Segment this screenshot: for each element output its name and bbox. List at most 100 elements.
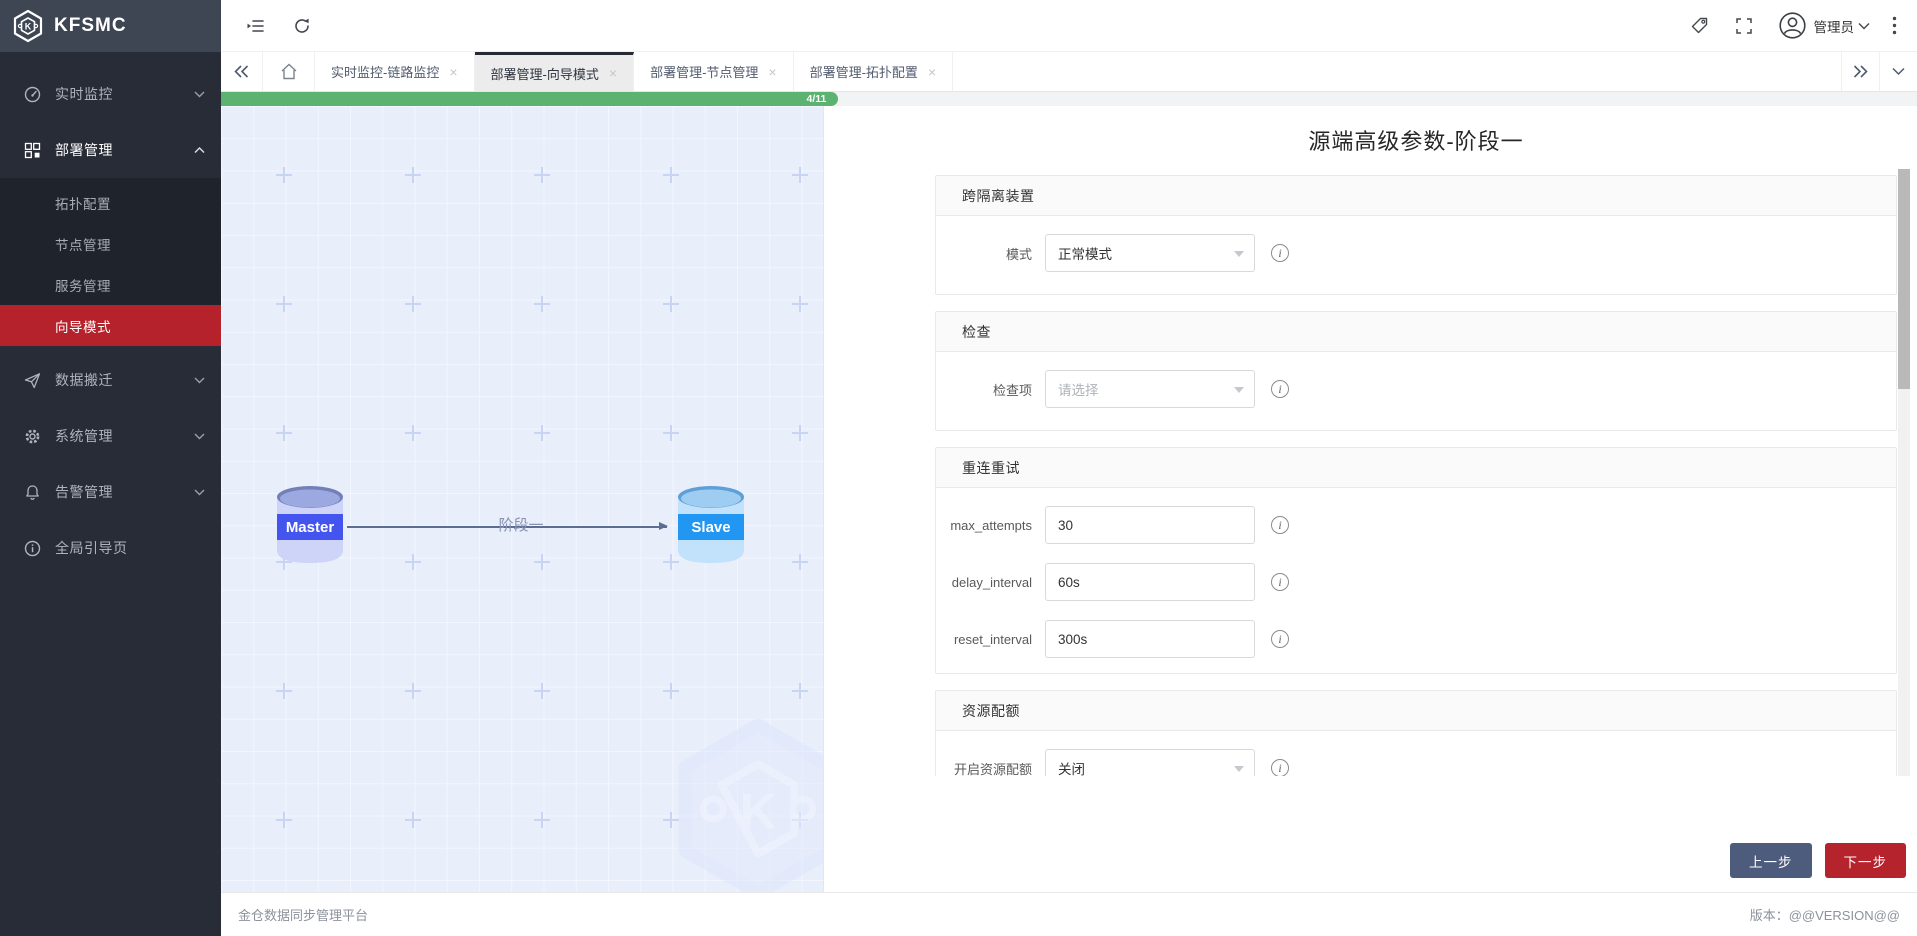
tabs-collapse-left-icon[interactable]	[221, 52, 263, 91]
chevron-down-icon	[194, 433, 205, 440]
flow-edge-label: 阶段一	[498, 517, 544, 534]
plus-mark	[534, 296, 550, 312]
plus-mark	[534, 167, 550, 183]
form-row-resource-quota: 开启资源配额 关闭	[936, 749, 1896, 776]
main-area: 管理员 实时监控-链路监控 部署管理-向导模式	[221, 0, 1917, 936]
reset-interval-input[interactable]	[1045, 620, 1255, 658]
sidebar-item-alarm-manage[interactable]: 告警管理	[0, 464, 221, 520]
flow-canvas[interactable]: 阶段一 Master Slave K	[221, 106, 824, 892]
slave-node[interactable]: Slave	[676, 484, 746, 566]
gauge-icon	[24, 86, 41, 103]
tab-deploy-wizard-mode[interactable]: 部署管理-向导模式	[474, 52, 635, 91]
info-icon[interactable]	[1271, 380, 1289, 398]
tabs-scroll-right-icon[interactable]	[1841, 52, 1879, 91]
plus-mark	[792, 812, 808, 828]
plus-mark	[663, 812, 679, 828]
footer: 金仓数据同步管理平台 版本：@@VERSION@@	[221, 892, 1917, 936]
tab-deploy-topology-config[interactable]: 部署管理-拓扑配置	[794, 52, 954, 91]
section-title: 检查	[936, 312, 1896, 352]
section-cross-isolation: 跨隔离装置 模式 正常模式	[935, 175, 1897, 295]
form-scroll-area: 跨隔离装置 模式 正常模式 i 检查 检查项 请选择 i 重连重试 max_at…	[935, 169, 1897, 776]
more-vertical-icon[interactable]	[1892, 16, 1897, 35]
sidebar-item-label: 全局引导页	[55, 540, 128, 556]
plus-mark	[276, 812, 292, 828]
info-icon[interactable]	[1271, 516, 1289, 534]
brand-logo[interactable]: K KFSMC	[0, 0, 221, 52]
plus-mark	[534, 812, 550, 828]
sidebar-item-wizard-mode[interactable]: 向导模式	[0, 305, 221, 346]
sidebar-item-service-manage[interactable]: 服务管理	[0, 264, 221, 305]
section-check: 检查 检查项 请选择	[935, 311, 1897, 431]
select-caret-icon	[1234, 387, 1244, 393]
plus-mark	[405, 167, 421, 183]
form-row-max-attempts: max_attempts	[936, 506, 1896, 544]
info-icon[interactable]	[1271, 759, 1289, 776]
delay-interval-input[interactable]	[1045, 563, 1255, 601]
tab-realtime-link-monitor[interactable]: 实时监控-链路监控	[315, 52, 475, 91]
info-icon[interactable]	[1271, 573, 1289, 591]
plus-mark	[276, 425, 292, 441]
form-scrollbar-thumb[interactable]	[1898, 169, 1910, 389]
form-scrollbar-track[interactable]	[1898, 169, 1910, 776]
section-title: 跨隔离装置	[936, 176, 1896, 216]
plus-mark	[663, 167, 679, 183]
home-tab-icon[interactable]	[263, 52, 315, 91]
send-icon	[24, 372, 41, 389]
close-tab-icon[interactable]	[449, 65, 457, 79]
check-item-select[interactable]: 请选择	[1045, 370, 1255, 408]
info-icon[interactable]	[1271, 244, 1289, 262]
avatar	[1778, 12, 1806, 39]
refresh-icon[interactable]	[293, 17, 311, 35]
svg-text:K: K	[25, 22, 32, 32]
sidebar-item-topology-config[interactable]: 拓扑配置	[0, 182, 221, 223]
master-node[interactable]: Master	[275, 484, 345, 566]
topbar: 管理员	[221, 0, 1917, 52]
close-tab-icon[interactable]	[768, 65, 776, 79]
footer-platform-name: 金仓数据同步管理平台	[238, 908, 369, 923]
user-menu[interactable]: 管理员	[1778, 12, 1871, 39]
sidebar: K KFSMC 实时监控 部署管理 拓扑配置 节点管理 服务管理 向导模式 数据…	[0, 0, 221, 936]
next-step-button[interactable]: 下一步	[1824, 843, 1906, 878]
sidebar-item-deploy-manage[interactable]: 部署管理	[0, 122, 221, 178]
field-label: reset_interval	[953, 631, 1032, 647]
wizard-buttons: 上一步 下一步	[1730, 843, 1906, 878]
wizard-form-panel: 源端高级参数-阶段一 跨隔离装置 模式 正常模式 i 检查 检查项 请选择 i …	[824, 106, 1917, 892]
select-placeholder: 请选择	[1058, 383, 1099, 398]
slave-node-label: Slave	[691, 519, 730, 536]
select-value: 正常模式	[1058, 247, 1112, 262]
form-row-reset-interval: reset_interval	[936, 620, 1896, 658]
field-label: max_attempts	[950, 517, 1032, 533]
sidebar-item-realtime-monitor[interactable]: 实时监控	[0, 66, 221, 122]
gear-icon	[24, 428, 41, 445]
sidebar-item-data-migration[interactable]: 数据搬迁	[0, 352, 221, 408]
close-tab-icon[interactable]	[928, 65, 936, 79]
select-value: 关闭	[1058, 762, 1085, 776]
max-attempts-input[interactable]	[1045, 506, 1255, 544]
field-label: 检查项	[992, 382, 1032, 398]
tab-deploy-node-manage[interactable]: 部署管理-节点管理	[634, 52, 794, 91]
select-caret-icon	[1234, 251, 1244, 257]
resource-quota-select[interactable]: 关闭	[1045, 749, 1255, 776]
sidebar-item-label: 实时监控	[55, 86, 113, 102]
plus-mark	[792, 683, 808, 699]
mode-select[interactable]: 正常模式	[1045, 234, 1255, 272]
master-node-label: Master	[286, 519, 335, 536]
sidebar-item-global-guide[interactable]: 全局引导页	[0, 520, 221, 576]
progress-step-label: 4/11	[806, 93, 827, 105]
sidebar-item-node-manage[interactable]: 节点管理	[0, 223, 221, 264]
plus-mark	[405, 425, 421, 441]
tag-icon[interactable]	[1690, 16, 1709, 35]
info-icon[interactable]	[1271, 630, 1289, 648]
fullscreen-icon[interactable]	[1735, 17, 1753, 35]
form-row-mode: 模式 正常模式	[936, 234, 1896, 272]
wizard-content: 阶段一 Master Slave K 源端高级参数-阶段一 跨隔离装置 模式 正…	[221, 106, 1917, 892]
brand-name: KFSMC	[54, 15, 127, 36]
user-name: 管理员	[1813, 19, 1855, 35]
prev-step-button[interactable]: 上一步	[1730, 843, 1812, 878]
menu-fold-icon[interactable]	[245, 16, 265, 36]
plus-mark	[792, 167, 808, 183]
sidebar-item-system-manage[interactable]: 系统管理	[0, 408, 221, 464]
plus-mark	[792, 554, 808, 570]
close-tab-icon[interactable]	[609, 66, 617, 80]
tabs-dropdown-icon[interactable]	[1879, 52, 1917, 91]
